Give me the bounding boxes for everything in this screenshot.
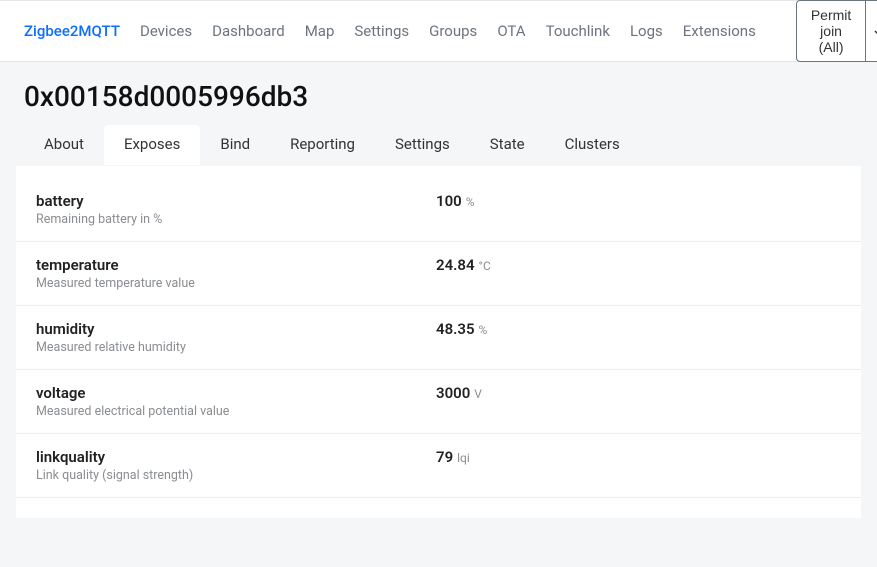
expose-desc: Measured relative humidity <box>36 340 436 355</box>
permit-join-group: Permit join (All) <box>796 0 877 62</box>
brand-link[interactable]: Zigbee2MQTT <box>24 22 120 40</box>
expose-value: 48.35 <box>436 320 475 338</box>
nav-settings[interactable]: Settings <box>354 22 409 40</box>
expose-name: linkquality <box>36 448 436 466</box>
nav-groups[interactable]: Groups <box>429 22 477 40</box>
expose-desc: Link quality (signal strength) <box>36 468 436 483</box>
expose-row-humidity: humidity Measured relative humidity 48.3… <box>16 306 861 370</box>
exposes-panel: battery Remaining battery in % 100 % tem… <box>16 166 861 518</box>
expose-desc: Remaining battery in % <box>36 212 436 227</box>
nav-map[interactable]: Map <box>305 22 335 40</box>
expose-desc: Measured temperature value <box>36 276 436 291</box>
nav-dashboard[interactable]: Dashboard <box>212 22 285 40</box>
expose-name: humidity <box>36 320 436 338</box>
expose-name: temperature <box>36 256 436 274</box>
top-navbar: Zigbee2MQTT Devices Dashboard Map Settin… <box>0 0 877 62</box>
expose-name: voltage <box>36 384 436 402</box>
page-title: 0x00158d0005996db3 <box>0 62 877 125</box>
tab-about[interactable]: About <box>24 125 104 165</box>
expose-row-linkquality: linkquality Link quality (signal strengt… <box>16 434 861 498</box>
expose-desc: Measured electrical potential value <box>36 404 436 419</box>
expose-unit: V <box>474 387 482 401</box>
expose-row-voltage: voltage Measured electrical potential va… <box>16 370 861 434</box>
tab-reporting[interactable]: Reporting <box>270 125 375 165</box>
expose-row-temperature: temperature Measured temperature value 2… <box>16 242 861 306</box>
tab-bind[interactable]: Bind <box>200 125 270 165</box>
permit-join-dropdown[interactable] <box>866 0 877 62</box>
expose-unit: lqi <box>457 451 470 465</box>
expose-value: 3000 <box>436 384 470 402</box>
tab-clusters[interactable]: Clusters <box>545 125 640 165</box>
nav-extensions[interactable]: Extensions <box>683 22 756 40</box>
expose-value: 100 <box>436 192 462 210</box>
nav-ota[interactable]: OTA <box>497 22 525 40</box>
expose-row-battery: battery Remaining battery in % 100 % <box>16 166 861 242</box>
nav-devices[interactable]: Devices <box>140 22 192 40</box>
expose-value: 24.84 <box>436 256 475 274</box>
expose-unit: °C <box>479 259 491 273</box>
expose-unit: % <box>466 195 475 209</box>
nav-logs[interactable]: Logs <box>630 22 663 40</box>
tab-settings[interactable]: Settings <box>375 125 470 165</box>
nav-touchlink[interactable]: Touchlink <box>546 22 610 40</box>
expose-value: 79 <box>436 448 453 466</box>
permit-join-button[interactable]: Permit join (All) <box>796 0 866 62</box>
expose-unit: % <box>479 323 488 337</box>
tab-exposes[interactable]: Exposes <box>104 125 200 165</box>
device-tabs: About Exposes Bind Reporting Settings St… <box>0 125 877 166</box>
tab-state[interactable]: State <box>470 125 545 165</box>
expose-name: battery <box>36 192 436 210</box>
